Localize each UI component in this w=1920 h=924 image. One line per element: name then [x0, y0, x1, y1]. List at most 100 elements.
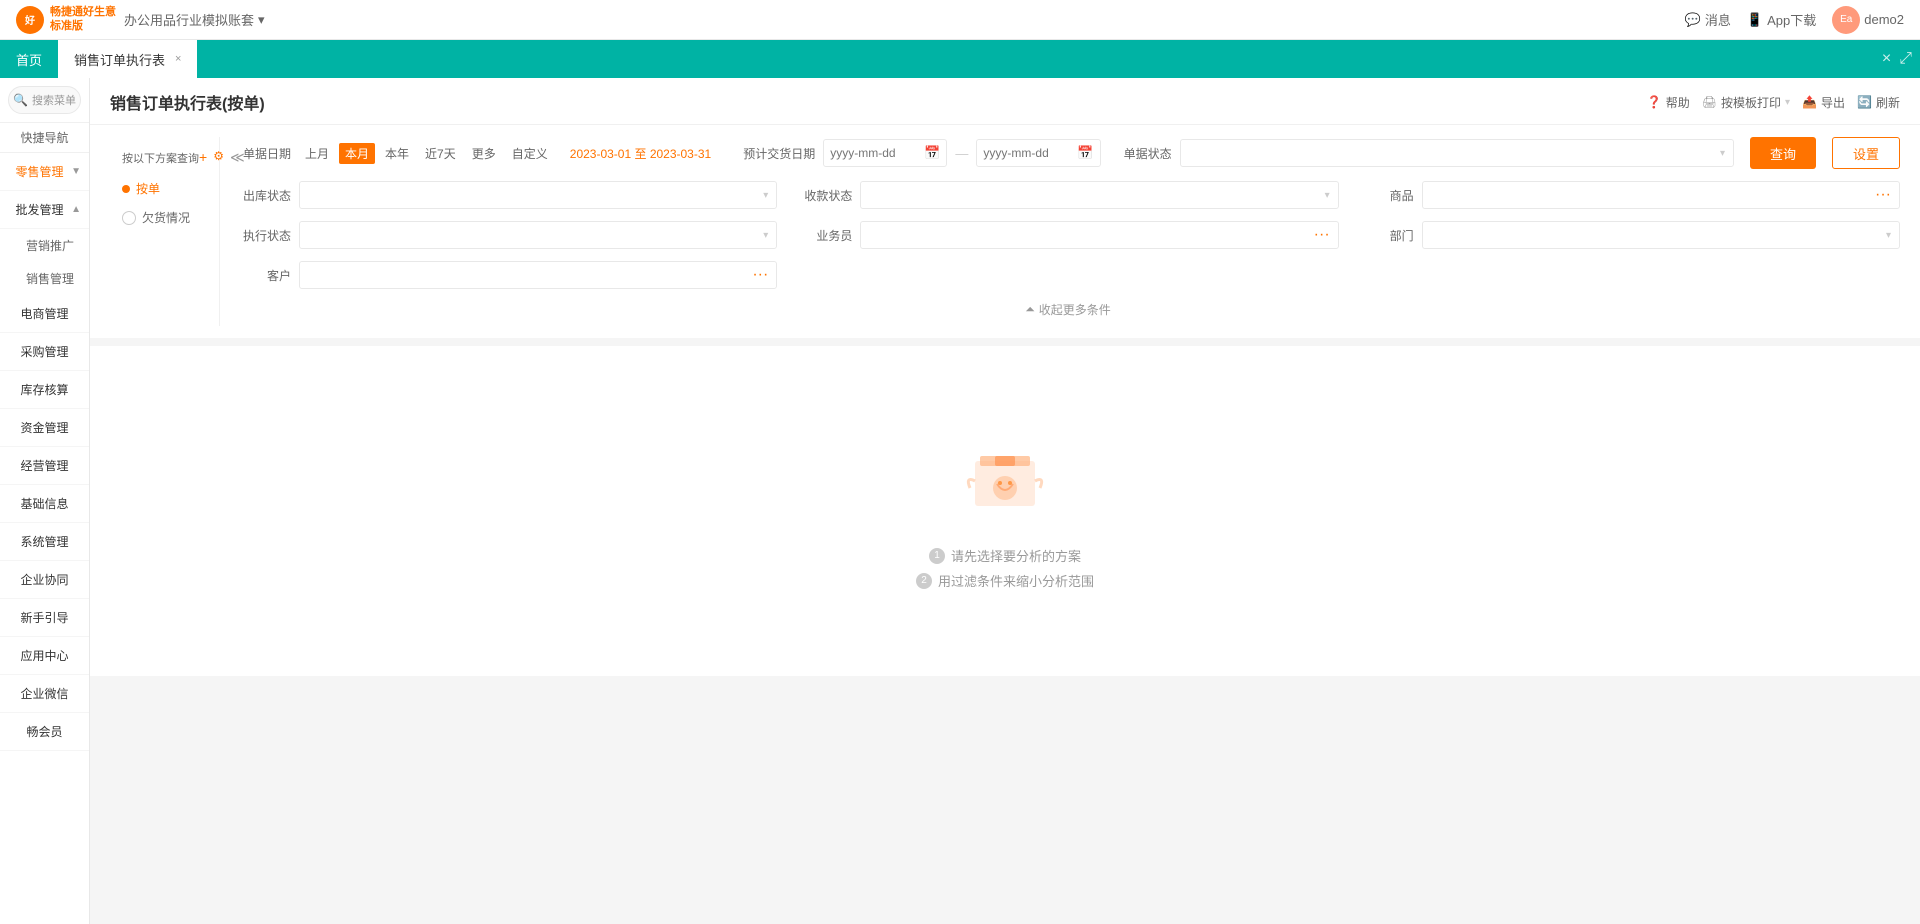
- tab-sales-order[interactable]: 销售订单执行表 ×: [58, 40, 197, 78]
- calendar-start-icon: 📅: [924, 145, 940, 161]
- salesperson-field: 业务员 ···: [797, 221, 1338, 249]
- sidebar-item-operations[interactable]: 经营管理: [0, 447, 89, 485]
- scheme-item-order[interactable]: 按单: [110, 174, 219, 203]
- date-separator: —: [955, 146, 968, 161]
- collapse-filter-btn[interactable]: ⏶ 收起更多条件: [236, 297, 1900, 326]
- download-icon: 📱: [1747, 12, 1763, 28]
- nav-tabs: 首页 销售订单执行表 × × ⤢: [0, 40, 1920, 78]
- date-tab-more[interactable]: 更多: [466, 143, 502, 164]
- purchase-label: 采购管理: [8, 343, 81, 360]
- expected-delivery-field: 预计交货日期 📅 — 📅: [743, 139, 1100, 167]
- help-btn[interactable]: ❓ 帮助: [1647, 94, 1690, 111]
- sidebar-item-finance[interactable]: 资金管理: [0, 409, 89, 447]
- collapse-icon: ⏶: [1025, 302, 1035, 317]
- chevron-icon: ▾: [1886, 230, 1891, 241]
- scheme-panel-header: 按以下方案查询 + ⚙ ≪: [110, 145, 219, 174]
- chevron-icon: ▲: [71, 204, 81, 215]
- shipment-label: 出库状态: [236, 187, 291, 204]
- scheme-item-backorder[interactable]: 欠货情况: [110, 203, 219, 232]
- page-title: 销售订单执行表(按单): [110, 90, 265, 114]
- sidebar-item-wechat[interactable]: 企业微信: [0, 675, 89, 713]
- sidebar-search-area: 🔍 搜索菜单: [0, 78, 89, 123]
- receipt-select[interactable]: ▾: [860, 181, 1338, 209]
- sidebar-item-member[interactable]: 畅会员: [0, 713, 89, 751]
- app-selector[interactable]: 办公用品行业模拟账套 ▾: [124, 10, 265, 29]
- print-icon: 🖨: [1702, 95, 1717, 109]
- customer-label: 客户: [236, 267, 291, 284]
- page-actions: ❓ 帮助 🖨 按模板打印 ▾ 📤 导出 🔄 刷新: [1647, 94, 1900, 111]
- filter-row-4: 客户 ···: [236, 261, 1900, 289]
- marketing-label: 营销推广: [26, 237, 74, 254]
- customer-input[interactable]: ···: [299, 261, 777, 289]
- inventory-label: 库存核算: [8, 381, 81, 398]
- shipment-select[interactable]: ▾: [299, 181, 777, 209]
- sidebar-sub-marketing[interactable]: 营销推广: [0, 229, 89, 262]
- salesperson-input[interactable]: ···: [860, 221, 1338, 249]
- settings-button[interactable]: 设置: [1832, 137, 1900, 169]
- tab-close-icon[interactable]: ×: [175, 53, 181, 65]
- sidebar-item-newuser[interactable]: 新手引导: [0, 599, 89, 637]
- content-area: 销售订单执行表(按单) ❓ 帮助 🖨 按模板打印 ▾ 📤 导出 🔄 刷新: [90, 78, 1920, 924]
- sidebar: 🔍 搜索菜单 快捷导航 零售管理 ▼ 批发管理 ▲ 营销推广 销售管理 电商管理…: [0, 78, 90, 924]
- date-tab-7days[interactable]: 近7天: [419, 143, 462, 164]
- top-bar: 好 畅捷通好生意 标准版 办公用品行业模拟账套 ▾ 💬 消息 📱 App下载 E…: [0, 0, 1920, 40]
- sidebar-item-inventory[interactable]: 库存核算: [0, 371, 89, 409]
- ecommerce-label: 电商管理: [8, 305, 81, 322]
- enterprise-label: 企业协同: [8, 571, 81, 588]
- dots-icon[interactable]: ···: [1314, 226, 1330, 244]
- print-arrow-icon: ▾: [1785, 97, 1790, 108]
- refresh-btn[interactable]: 🔄 刷新: [1857, 94, 1900, 111]
- scheme-panel: 按以下方案查询 + ⚙ ≪ 按单 欠货情况: [110, 137, 220, 326]
- product-input[interactable]: ···: [1422, 181, 1900, 209]
- expected-date-end-input[interactable]: 📅: [976, 139, 1100, 167]
- export-btn[interactable]: 📤 导出: [1802, 94, 1845, 111]
- user-area[interactable]: Ea demo2: [1832, 6, 1904, 34]
- print-btn[interactable]: 🖨 按模板打印 ▾: [1702, 94, 1790, 111]
- newuser-label: 新手引导: [8, 609, 81, 626]
- app-download-btn[interactable]: 📱 App下载: [1747, 10, 1816, 29]
- search-menu-btn[interactable]: 🔍 搜索菜单: [8, 86, 81, 114]
- empty-illustration: [955, 426, 1055, 526]
- sidebar-item-enterprise[interactable]: 企业协同: [0, 561, 89, 599]
- bill-status-label: 单据状态: [1117, 145, 1172, 162]
- department-select[interactable]: ▾: [1422, 221, 1900, 249]
- date-start-input[interactable]: [830, 146, 920, 160]
- search-button[interactable]: 查询: [1750, 137, 1816, 169]
- tab-close-btn[interactable]: ×: [1882, 50, 1891, 68]
- basic-label: 基础信息: [8, 495, 81, 512]
- sidebar-item-appcenter[interactable]: 应用中心: [0, 637, 89, 675]
- date-tab-thismonth[interactable]: 本月: [339, 143, 375, 164]
- expected-delivery-label: 预计交货日期: [743, 145, 815, 162]
- quick-nav-label: 快捷导航: [20, 131, 68, 145]
- dots-icon[interactable]: ···: [752, 266, 768, 284]
- add-scheme-icon[interactable]: +: [199, 149, 207, 166]
- sidebar-item-ecommerce[interactable]: 电商管理: [0, 295, 89, 333]
- sub-icon: [12, 275, 20, 283]
- message-btn[interactable]: 💬 消息: [1685, 10, 1731, 29]
- sidebar-item-system[interactable]: 系统管理: [0, 523, 89, 561]
- search-icon: 🔍: [13, 93, 28, 107]
- main-layout: 🔍 搜索菜单 快捷导航 零售管理 ▼ 批发管理 ▲ 营销推广 销售管理 电商管理…: [0, 78, 1920, 924]
- hint-num-2: 2: [916, 573, 932, 589]
- tab-expand-btn[interactable]: ⤢: [1899, 50, 1912, 68]
- sidebar-item-basic[interactable]: 基础信息: [0, 485, 89, 523]
- sales-label: 销售管理: [26, 270, 74, 287]
- sidebar-item-wholesale[interactable]: 批发管理 ▲: [0, 191, 89, 229]
- top-bar-right: 💬 消息 📱 App下载 Ea demo2: [1685, 6, 1904, 34]
- date-tab-lastmonth[interactable]: 上月: [299, 143, 335, 164]
- date-tab-custom[interactable]: 自定义: [506, 143, 554, 164]
- logo-text: 畅捷通好生意 标准版: [50, 6, 116, 32]
- date-tab-thisyear[interactable]: 本年: [379, 143, 415, 164]
- bill-status-select[interactable]: ▾: [1180, 139, 1734, 167]
- dots-icon[interactable]: ···: [1875, 186, 1891, 204]
- tab-home[interactable]: 首页: [0, 40, 58, 78]
- sidebar-sub-sales[interactable]: 销售管理: [0, 262, 89, 295]
- sidebar-item-purchase[interactable]: 采购管理: [0, 333, 89, 371]
- sidebar-item-retail[interactable]: 零售管理 ▼: [0, 153, 89, 191]
- date-end-input[interactable]: [983, 146, 1073, 160]
- filter-row-1: 单据日期 上月 本月 本年 近7天 更多 自定义 2023-03-0: [236, 137, 1900, 169]
- date-tabs: 上月 本月 本年 近7天 更多 自定义: [299, 143, 554, 164]
- expected-date-start-input[interactable]: 📅: [823, 139, 947, 167]
- execution-select[interactable]: ▾: [299, 221, 777, 249]
- sidebar-item-quick-nav[interactable]: 快捷导航: [0, 123, 89, 153]
